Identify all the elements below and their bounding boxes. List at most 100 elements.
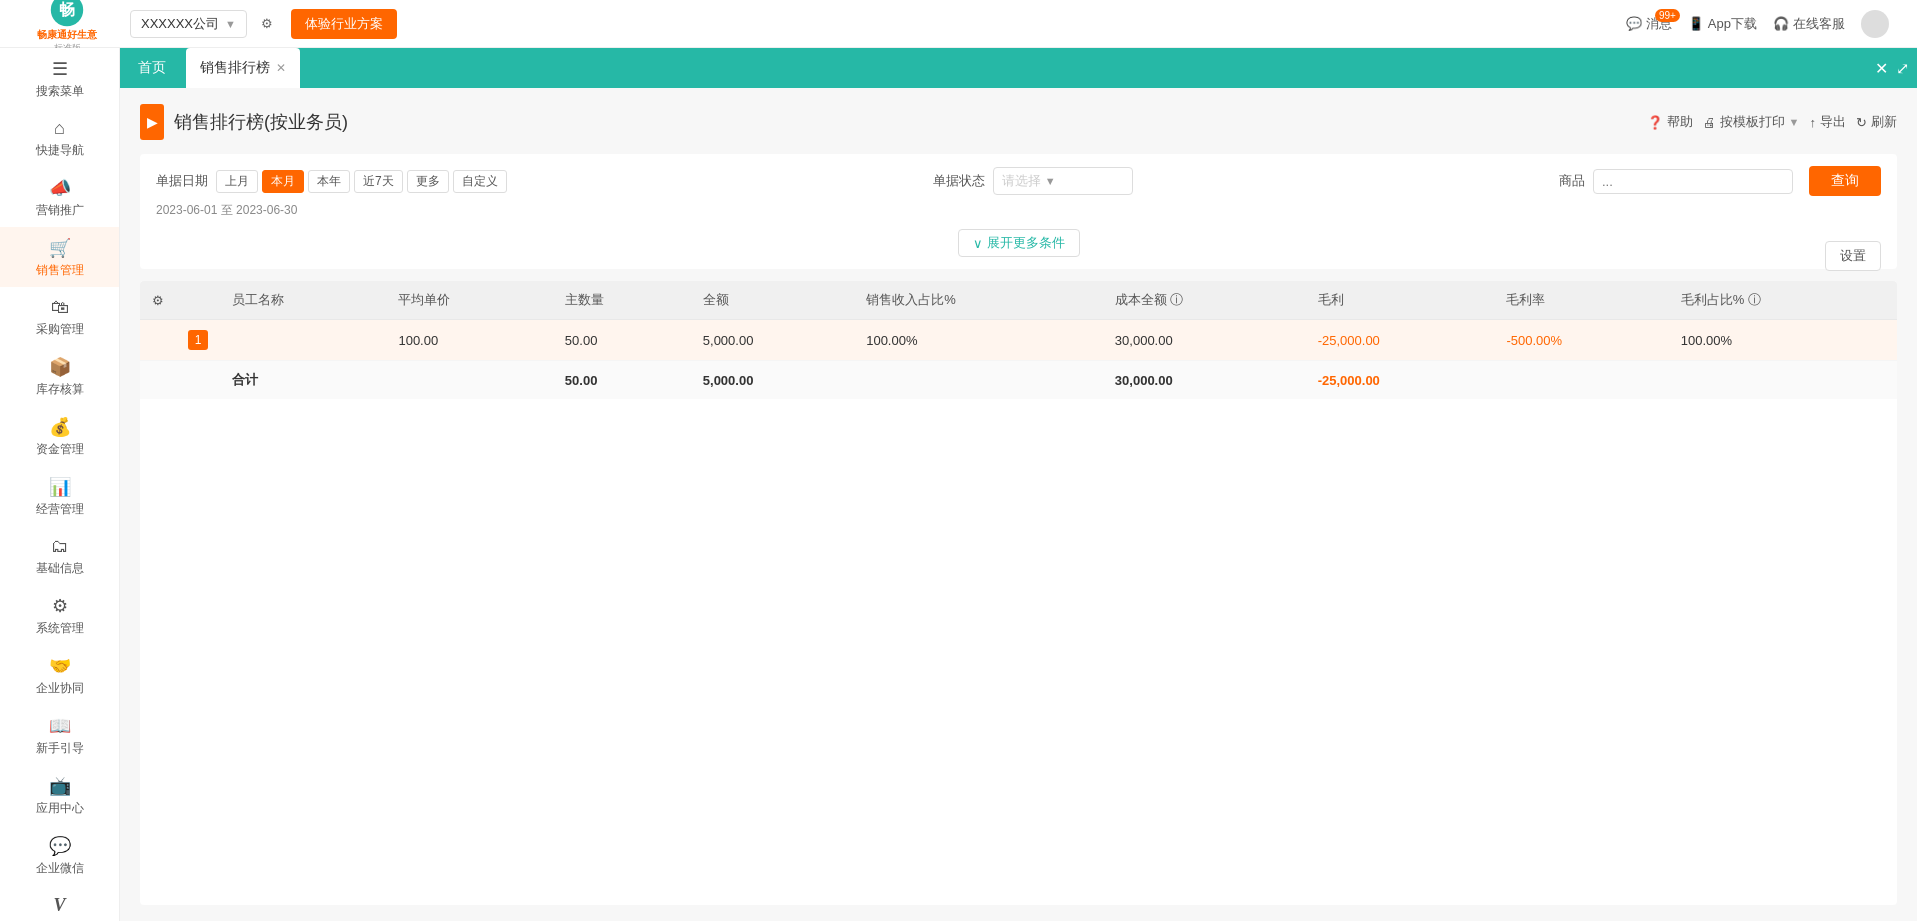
col-gross: 毛利 bbox=[1306, 281, 1495, 320]
company-name: XXXXXX公司 bbox=[141, 15, 219, 33]
page-title: 销售排行榜(按业务员) bbox=[174, 110, 348, 134]
date-btn-more[interactable]: 更多 bbox=[407, 170, 449, 193]
sidebar-item-enterprise[interactable]: 🤝 企业协同 bbox=[0, 645, 119, 705]
cell-gross: -25,000.00 bbox=[1306, 320, 1495, 361]
message-button[interactable]: 💬 消息 99+ bbox=[1626, 15, 1672, 33]
sidebar-item-inventory[interactable]: 📦 库存核算 bbox=[0, 346, 119, 406]
refresh-icon: ↻ bbox=[1856, 115, 1867, 130]
data-table-wrap: ⚙ 员工名称 平均单价 主数量 全额 销售收入占比% 成本全额 ⓘ 毛利 bbox=[140, 281, 1897, 905]
sidebar-item-finance[interactable]: 💰 资金管理 bbox=[0, 406, 119, 466]
status-filter-label: 单据状态 bbox=[933, 172, 985, 190]
col-gross-rate: 毛利率 bbox=[1494, 281, 1668, 320]
date-btn-custom[interactable]: 自定义 bbox=[453, 170, 507, 193]
trial-button[interactable]: 体验行业方案 bbox=[291, 9, 397, 39]
sidebar-item-marketing[interactable]: 📣 营销推广 bbox=[0, 167, 119, 227]
sidebar-item-guide[interactable]: 📖 新手引导 bbox=[0, 705, 119, 765]
col-amount: 全额 bbox=[691, 281, 854, 320]
status-select-arrow-icon: ▼ bbox=[1045, 175, 1056, 187]
date-btn-7days[interactable]: 近7天 bbox=[354, 170, 403, 193]
expand-arrow-button[interactable]: ▶ bbox=[140, 104, 164, 140]
online-service-button[interactable]: 🎧 在线客服 bbox=[1773, 15, 1845, 33]
sidebar-item-member[interactable]: V 畅会员 bbox=[0, 885, 119, 921]
date-btn-last-month[interactable]: 上月 bbox=[216, 170, 258, 193]
cell-gross-pct: 100.00% bbox=[1669, 320, 1897, 361]
sidebar-item-operation[interactable]: 📊 经营管理 bbox=[0, 466, 119, 526]
member-icon: V bbox=[53, 895, 65, 916]
settings-button[interactable]: 设置 bbox=[1825, 241, 1881, 271]
goods-filter-label: 商品 bbox=[1559, 172, 1585, 190]
operation-icon: 📊 bbox=[49, 476, 71, 498]
data-table: ⚙ 员工名称 平均单价 主数量 全额 销售收入占比% 成本全额 ⓘ 毛利 bbox=[140, 281, 1897, 399]
wechat-icon: 💬 bbox=[49, 835, 71, 857]
print-button[interactable]: 🖨 按模板打印 ▼ bbox=[1703, 113, 1800, 131]
settings-icon[interactable]: ⚙ bbox=[253, 10, 281, 38]
date-btn-this-year[interactable]: 本年 bbox=[308, 170, 350, 193]
sidebar-item-app-center[interactable]: 📺 应用中心 bbox=[0, 765, 119, 825]
help-icon: ❓ bbox=[1647, 115, 1663, 130]
cell-avg-price: 100.00 bbox=[386, 320, 552, 361]
query-button[interactable]: 查询 bbox=[1809, 166, 1881, 196]
home-icon: ⌂ bbox=[54, 118, 65, 139]
chevron-down-icon: ▼ bbox=[225, 18, 236, 30]
system-icon: ⚙ bbox=[52, 595, 68, 617]
query-group: 查询 bbox=[1809, 166, 1881, 196]
app-download-button[interactable]: 📱 App下载 bbox=[1688, 15, 1757, 33]
cell-settings bbox=[140, 320, 176, 361]
cell-gross-rate: -500.00% bbox=[1494, 320, 1668, 361]
col-sales-pct: 销售收入占比% bbox=[854, 281, 1103, 320]
basic-icon: 🗂 bbox=[51, 536, 69, 557]
col-rank bbox=[176, 281, 220, 320]
headset-icon: 🎧 bbox=[1773, 16, 1789, 31]
enterprise-icon: 🤝 bbox=[49, 655, 71, 677]
settings-area: 设置 bbox=[1825, 235, 1881, 271]
company-selector[interactable]: XXXXXX公司 ▼ bbox=[130, 10, 247, 38]
message-icon: 💬 bbox=[1626, 16, 1642, 31]
close-window-icon[interactable]: ✕ bbox=[1875, 59, 1888, 78]
date-filter-group: 单据日期 上月 本月 本年 近7天 更多 自定义 bbox=[156, 170, 507, 193]
footer-gross-pct bbox=[1669, 361, 1897, 400]
col-settings[interactable]: ⚙ bbox=[140, 281, 176, 320]
cell-amount: 5,000.00 bbox=[691, 320, 854, 361]
expand-more-conditions-button[interactable]: ∨ 展开更多条件 bbox=[958, 229, 1080, 257]
export-button[interactable]: ↑ 导出 bbox=[1810, 113, 1847, 131]
col-gross-pct: 毛利占比% ⓘ bbox=[1669, 281, 1897, 320]
expand-icon: ∨ bbox=[973, 236, 983, 251]
logo: 畅 畅康通好生意 标准版 bbox=[12, 0, 122, 55]
expand-window-icon[interactable]: ⤢ bbox=[1896, 59, 1909, 78]
date-btn-this-month[interactable]: 本月 bbox=[262, 170, 304, 193]
sidebar-item-basic[interactable]: 🗂 基础信息 bbox=[0, 526, 119, 585]
svg-text:畅: 畅 bbox=[59, 0, 75, 18]
col-avg-price: 平均单价 bbox=[386, 281, 552, 320]
goods-input[interactable] bbox=[1593, 169, 1793, 194]
tab-sales-ranking[interactable]: 销售排行榜 ✕ bbox=[186, 48, 300, 88]
footer-gross: -25,000.00 bbox=[1306, 361, 1495, 400]
sidebar-item-wechat[interactable]: 💬 企业微信 bbox=[0, 825, 119, 885]
guide-icon: 📖 bbox=[49, 715, 71, 737]
footer-gross-rate bbox=[1494, 361, 1668, 400]
cell-cost: 30,000.00 bbox=[1103, 320, 1306, 361]
tab-home[interactable]: 首页 bbox=[120, 48, 184, 88]
status-filter-group: 单据状态 请选择 ▼ bbox=[933, 167, 1133, 195]
footer-quantity: 50.00 bbox=[553, 361, 691, 400]
status-select[interactable]: 请选择 ▼ bbox=[993, 167, 1133, 195]
sidebar-item-purchase[interactable]: 🛍 采购管理 bbox=[0, 287, 119, 346]
finance-icon: 💰 bbox=[49, 416, 71, 438]
phone-icon: 📱 bbox=[1688, 16, 1704, 31]
sidebar-item-search[interactable]: ☰ 搜索菜单 bbox=[0, 48, 119, 108]
avatar[interactable] bbox=[1861, 10, 1889, 38]
tab-close-icon[interactable]: ✕ bbox=[276, 61, 286, 75]
sidebar-item-sales[interactable]: 🛒 销售管理 bbox=[0, 227, 119, 287]
cell-sales-pct: 100.00% bbox=[854, 320, 1103, 361]
refresh-button[interactable]: ↻ 刷新 bbox=[1856, 113, 1897, 131]
footer-amount: 5,000.00 bbox=[691, 361, 854, 400]
sidebar-item-quick-nav[interactable]: ⌂ 快捷导航 bbox=[0, 108, 119, 167]
print-dropdown-icon: ▼ bbox=[1789, 116, 1800, 128]
sales-icon: 🛒 bbox=[49, 237, 71, 259]
table-row: 1 100.00 50.00 5,000.00 100.00% 30,000.0… bbox=[140, 320, 1897, 361]
marketing-icon: 📣 bbox=[49, 177, 71, 199]
help-button[interactable]: ❓ 帮助 bbox=[1647, 113, 1693, 131]
cell-quantity: 50.00 bbox=[553, 320, 691, 361]
sidebar-item-system[interactable]: ⚙ 系统管理 bbox=[0, 585, 119, 645]
date-filter-label: 单据日期 bbox=[156, 172, 208, 190]
footer-cost: 30,000.00 bbox=[1103, 361, 1306, 400]
